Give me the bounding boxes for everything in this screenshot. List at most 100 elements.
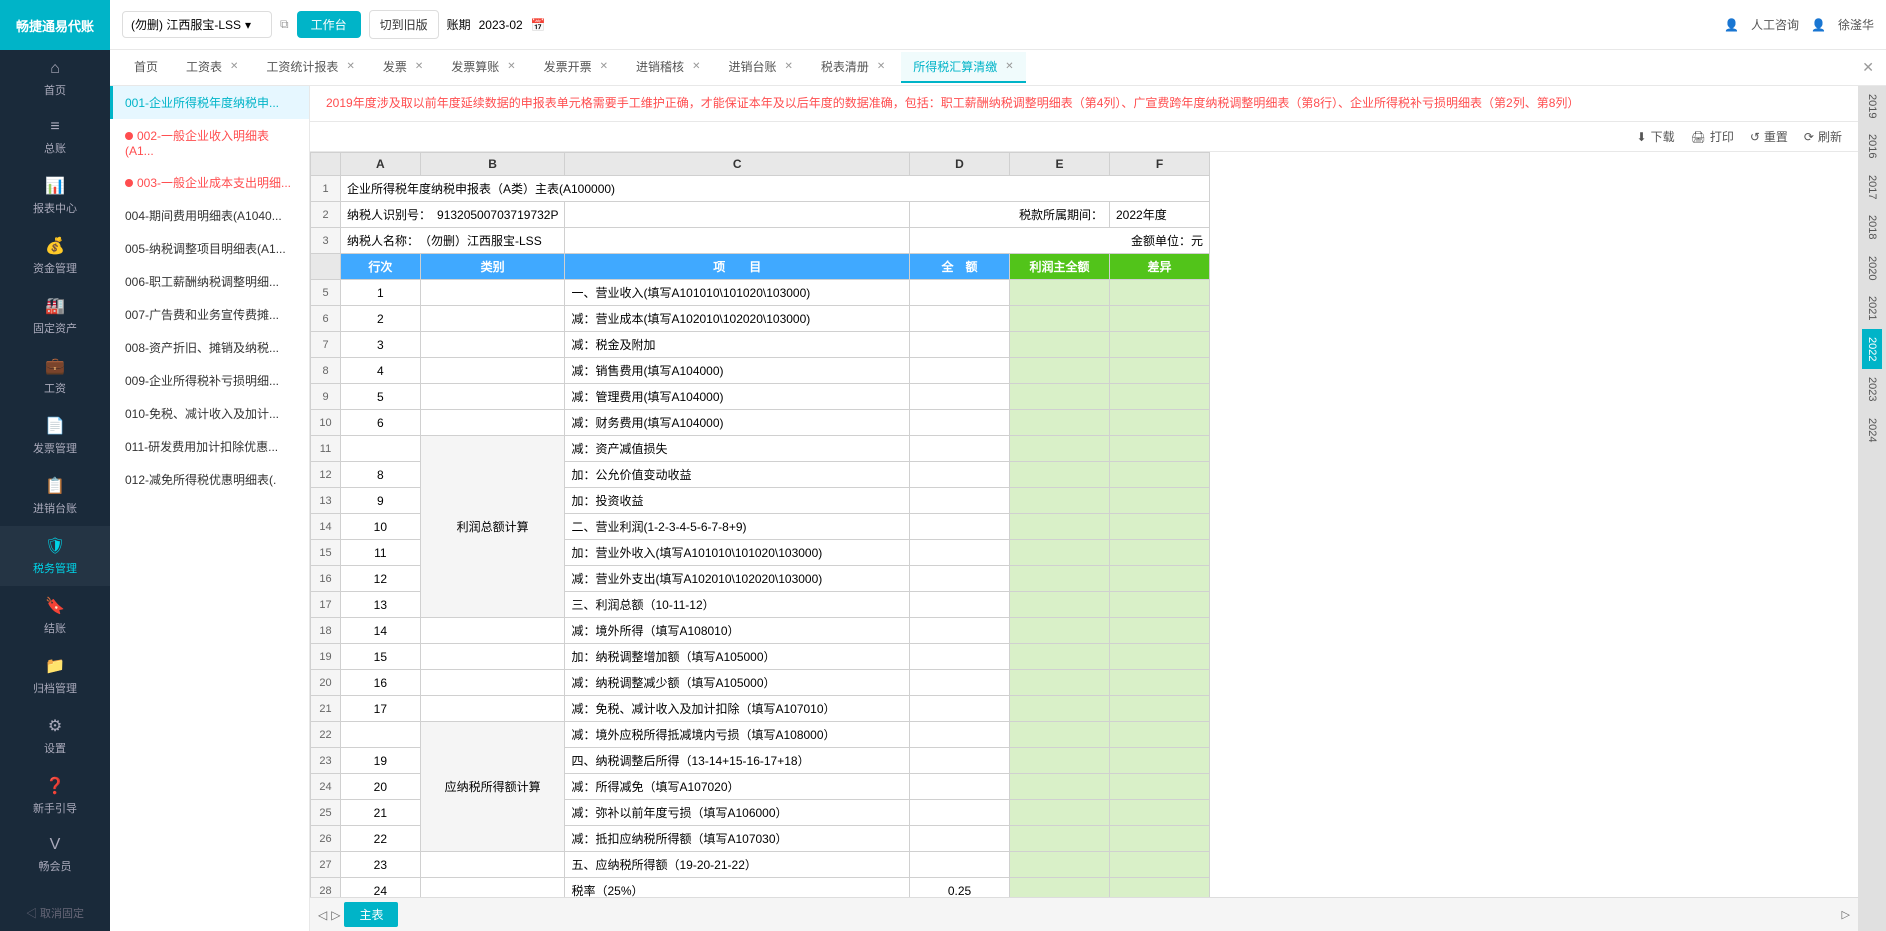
- print-button[interactable]: 🖨 打印: [1691, 128, 1734, 145]
- next-sheet-icon[interactable]: ▷: [331, 908, 340, 922]
- cell-chay-21[interactable]: [1110, 800, 1210, 826]
- tab-income-tax[interactable]: 所得税汇算清缴✕: [901, 52, 1025, 83]
- cell-xuhao-19[interactable]: 19: [341, 748, 421, 774]
- cell-chay-24[interactable]: [1110, 878, 1210, 897]
- sidebar-item-vip[interactable]: V 畅会员: [0, 826, 110, 884]
- tab-taxclear-close[interactable]: ✕: [877, 61, 885, 72]
- cell-quane-1[interactable]: [910, 280, 1010, 306]
- cell-quane-21[interactable]: [910, 800, 1010, 826]
- refresh-button[interactable]: ⟳ 刷新: [1804, 128, 1842, 145]
- cell-xuhao-9[interactable]: 9: [341, 488, 421, 514]
- tab-salary-stat-close[interactable]: ✕: [346, 61, 354, 72]
- cell-quane-23[interactable]: [910, 852, 1010, 878]
- cell-xuhao-18a[interactable]: [341, 722, 421, 748]
- cell-xuhao-17[interactable]: 17: [341, 696, 421, 722]
- cell-xuhao-10[interactable]: 10: [341, 514, 421, 540]
- cell-xuhao-22[interactable]: 22: [341, 826, 421, 852]
- cell-lirun-11[interactable]: [1010, 540, 1110, 566]
- cell-chay-23[interactable]: [1110, 852, 1210, 878]
- left-panel-item-012[interactable]: 012-减免所得税优惠明细表(.: [110, 463, 309, 496]
- cell-leibie-23[interactable]: [420, 852, 565, 878]
- table-row[interactable]: 19 15 加：纳税调整增加额（填写A105000）: [311, 644, 1210, 670]
- cell-leibie-16[interactable]: [420, 670, 565, 696]
- sidebar-item-fund[interactable]: 💰 资金管理: [0, 226, 110, 286]
- cell-quane-14[interactable]: [910, 618, 1010, 644]
- cell-chay-12[interactable]: [1110, 566, 1210, 592]
- left-panel-item-009[interactable]: 009-企业所得税补亏损明细...: [110, 364, 309, 397]
- cell-quane-17[interactable]: [910, 696, 1010, 722]
- tab-home[interactable]: 首页: [122, 52, 170, 83]
- cell-chay-9[interactable]: [1110, 488, 1210, 514]
- cell-quane-16[interactable]: [910, 670, 1010, 696]
- cell-quane-10[interactable]: [910, 514, 1010, 540]
- cell-xuhao-12[interactable]: 12: [341, 566, 421, 592]
- table-row[interactable]: 11 利润总额计算 减：资产减值损失: [311, 436, 1210, 462]
- table-row[interactable]: 7 3 减：税金及附加: [311, 332, 1210, 358]
- cell-chay-11[interactable]: [1110, 540, 1210, 566]
- year-2018[interactable]: 2018: [1862, 207, 1882, 247]
- cell-chay-13[interactable]: [1110, 592, 1210, 618]
- tab-invoice-calc-close[interactable]: ✕: [507, 61, 515, 72]
- cell-leibie-15[interactable]: [420, 644, 565, 670]
- tab-salary-close[interactable]: ✕: [230, 61, 238, 72]
- left-panel-item-004[interactable]: 004-期间费用明细表(A1040...: [110, 199, 309, 232]
- table-row[interactable]: 27 23 五、应纳税所得额（19-20-21-22）: [311, 852, 1210, 878]
- cell-leibie-4[interactable]: [420, 358, 565, 384]
- cell-quane-19[interactable]: [910, 748, 1010, 774]
- cell-chay-20[interactable]: [1110, 774, 1210, 800]
- table-row[interactable]: 22 应纳税所得额计算 减：境外应税所得抵减境内亏损（填写A108000）: [311, 722, 1210, 748]
- cell-quane-6[interactable]: [910, 410, 1010, 436]
- cell-chay-16[interactable]: [1110, 670, 1210, 696]
- tab-ledger[interactable]: 进销台账✕: [716, 52, 804, 83]
- sidebar-item-tax[interactable]: 🛡 税务管理: [0, 526, 110, 586]
- cell-xuhao-20[interactable]: 20: [341, 774, 421, 800]
- sheet-tab-main[interactable]: 主表: [344, 902, 398, 927]
- cell-quane-15[interactable]: [910, 644, 1010, 670]
- cell-xuhao-6[interactable]: 6: [341, 410, 421, 436]
- cell-chay-7[interactable]: [1110, 436, 1210, 462]
- left-panel-item-001[interactable]: 001-企业所得税年度纳税申...: [110, 86, 309, 119]
- sidebar-item-close[interactable]: 🔖 结账: [0, 586, 110, 646]
- sidebar-item-home[interactable]: ⌂ 首页: [0, 50, 110, 108]
- cell-quane-7[interactable]: [910, 436, 1010, 462]
- cell-lirun-7[interactable]: [1010, 436, 1110, 462]
- prev-sheet-icon[interactable]: ◁: [318, 908, 327, 922]
- cell-lirun-5[interactable]: [1010, 384, 1110, 410]
- cell-leibie-2[interactable]: [420, 306, 565, 332]
- cell-quane-3[interactable]: [910, 332, 1010, 358]
- cell-chay-1[interactable]: [1110, 280, 1210, 306]
- table-row[interactable]: 20 16 减：纳税调整减少额（填写A105000）: [311, 670, 1210, 696]
- left-panel-item-006[interactable]: 006-职工薪酬纳税调整明细...: [110, 265, 309, 298]
- year-2021[interactable]: 2021: [1862, 288, 1882, 328]
- tab-invoice[interactable]: 发票✕: [371, 52, 435, 83]
- table-row[interactable]: 8 4 减：销售费用(填写A104000): [311, 358, 1210, 384]
- left-panel-item-007[interactable]: 007-广告费和业务宣传费摊...: [110, 298, 309, 331]
- left-panel-item-002[interactable]: 002-一般企业收入明细表(A1...: [110, 119, 309, 166]
- cell-xuhao-23[interactable]: 23: [341, 852, 421, 878]
- cell-lirun-14[interactable]: [1010, 618, 1110, 644]
- year-2016[interactable]: 2016: [1862, 126, 1882, 166]
- cell-xuhao-7a[interactable]: [341, 436, 421, 462]
- cell-chay-18[interactable]: [1110, 722, 1210, 748]
- tab-salary-stat[interactable]: 工资统计报表✕: [254, 52, 366, 83]
- sheet-area[interactable]: A B C D E F 1 企业所得税年度纳税申报表（A类）主表(A100000…: [310, 152, 1858, 897]
- tab-audit[interactable]: 进销稽核✕: [624, 52, 712, 83]
- year-2023[interactable]: 2023: [1862, 369, 1882, 409]
- sidebar-item-sales[interactable]: 📋 进销台账: [0, 466, 110, 526]
- year-2022[interactable]: 2022: [1862, 329, 1882, 369]
- sidebar-item-settings[interactable]: ⚙ 设置: [0, 706, 110, 766]
- cell-quane-22[interactable]: [910, 826, 1010, 852]
- cell-chay-2[interactable]: [1110, 306, 1210, 332]
- cell-xuhao-1[interactable]: 1: [341, 280, 421, 306]
- cell-lirun-2[interactable]: [1010, 306, 1110, 332]
- tab-income-tax-close[interactable]: ✕: [1005, 61, 1013, 72]
- left-panel-item-010[interactable]: 010-免税、减计收入及加计...: [110, 397, 309, 430]
- cell-lirun-1[interactable]: [1010, 280, 1110, 306]
- cell-xuhao-24[interactable]: 24: [341, 878, 421, 897]
- download-button[interactable]: ⬇ 下载: [1637, 128, 1675, 145]
- cell-lirun-13[interactable]: [1010, 592, 1110, 618]
- cell-lirun-6[interactable]: [1010, 410, 1110, 436]
- cell-quane-12[interactable]: [910, 566, 1010, 592]
- cell-leibie-24[interactable]: [420, 878, 565, 897]
- cell-quane-20[interactable]: [910, 774, 1010, 800]
